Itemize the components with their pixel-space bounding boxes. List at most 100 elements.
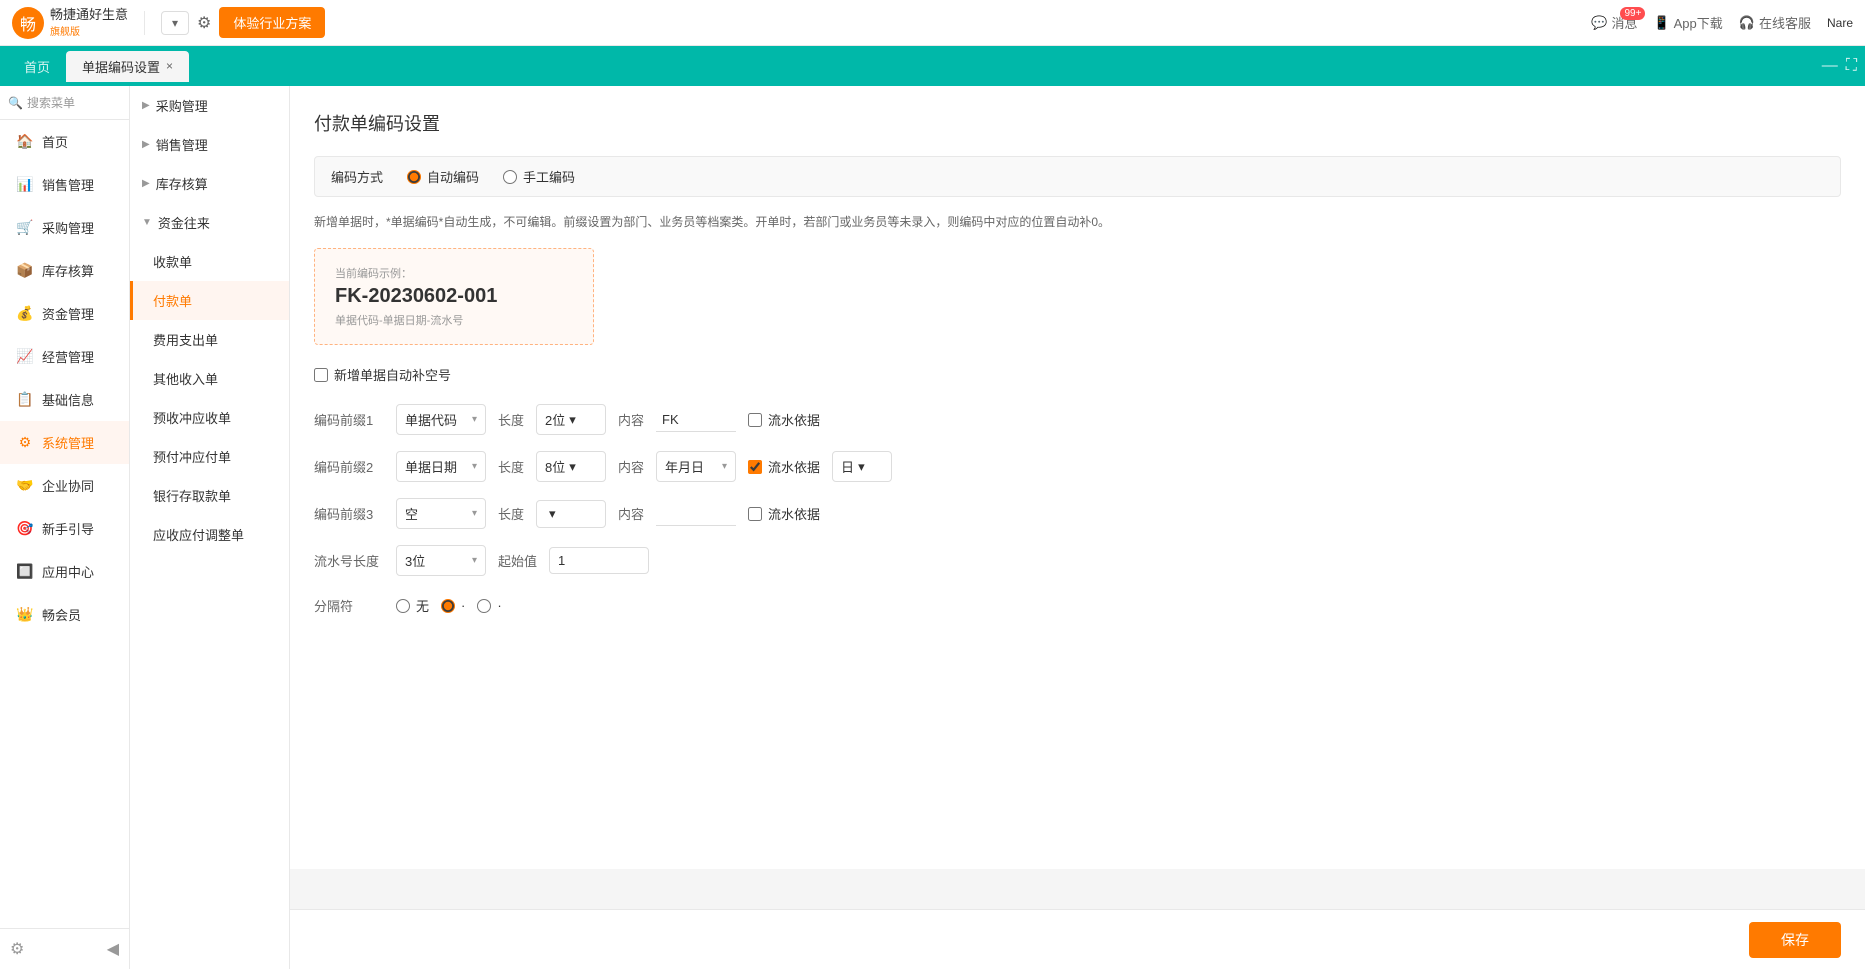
trial-button[interactable]: 体验行业方案 xyxy=(219,7,325,38)
prefix3-label: 编码前缀3 xyxy=(314,504,384,523)
sidebar-item-purchase[interactable]: 🛒 采购管理 xyxy=(0,206,129,249)
nav-item-bank[interactable]: 银行存取款单 xyxy=(130,476,289,515)
nav-group-fund-header[interactable]: ▼ 资金往来 xyxy=(130,203,289,242)
prefix2-row: 编码前缀2 单据日期 ▾ 长度 8位 ▾ 内容 年月日 ▾ xyxy=(314,451,1841,482)
message-area[interactable]: 💬 消息 99+ xyxy=(1591,13,1637,32)
prefix1-select[interactable]: 单据代码 ▾ xyxy=(396,404,486,435)
content-inner: 付款单编码设置 编码方式 自动编码 手工编码 新增单据时，*单据编码*自动生成，… xyxy=(290,86,1865,869)
sidebar-item-enterprise[interactable]: 🤝 企业协同 xyxy=(0,464,129,507)
prefix3-arrow: ▾ xyxy=(472,508,477,519)
nav-item-adjust[interactable]: 应收应付调整单 xyxy=(130,515,289,554)
tab-close-icon[interactable]: × xyxy=(166,59,173,73)
sidebar-search[interactable]: 🔍 搜索菜单 xyxy=(0,86,129,120)
encoding-mode-row: 编码方式 自动编码 手工编码 xyxy=(314,156,1841,197)
sep-dot-radio[interactable] xyxy=(477,599,491,613)
enterprise-icon: 🤝 xyxy=(16,477,34,495)
sidebar-settings-icon[interactable]: ⚙ xyxy=(10,939,24,959)
code-example-label: 当前编码示例： xyxy=(335,265,573,281)
nav-item-prepay-debit[interactable]: 预付冲应付单 xyxy=(130,437,289,476)
prefix1-content-input[interactable] xyxy=(656,408,736,432)
topbar-left: 畅 畅捷通好生意 旗舰版 ▾ ⚙ 体验行业方案 xyxy=(12,7,325,39)
nav-item-other-income[interactable]: 其他收入单 xyxy=(130,359,289,398)
prefix3-len-select[interactable]: ▾ xyxy=(536,500,606,528)
prefix2-waterflow[interactable]: 流水依据 xyxy=(748,457,820,476)
sep-none-radio[interactable] xyxy=(396,599,410,613)
sep-dot-option[interactable]: · xyxy=(477,598,501,613)
sidebar-item-app[interactable]: 🔲 应用中心 xyxy=(0,550,129,593)
manual-encode-radio[interactable] xyxy=(503,170,517,184)
tab-maximize-icon[interactable]: ⛶ xyxy=(1846,57,1857,75)
logo-sub: 旗舰版 xyxy=(50,23,128,38)
nav-item-expense[interactable]: 费用支出单 xyxy=(130,320,289,359)
app-download[interactable]: 📱 App下载 xyxy=(1653,13,1722,32)
prefix1-row: 编码前缀1 单据代码 ▾ 长度 2位 ▾ 内容 流水依据 xyxy=(314,404,1841,435)
nav-item-payment[interactable]: 付款单 xyxy=(130,281,289,320)
settings-icon[interactable]: ⚙ xyxy=(197,13,211,33)
sidebar-collapse-icon[interactable]: ◀ xyxy=(107,939,119,959)
sep-dash-option[interactable]: · xyxy=(441,598,465,613)
sidebar-item-sales[interactable]: 📊 销售管理 xyxy=(0,163,129,206)
flow-len-label: 流水号长度 xyxy=(314,551,384,570)
tab-minimize-icon[interactable]: — xyxy=(1822,57,1838,75)
manual-encode-label[interactable]: 手工编码 xyxy=(503,167,583,186)
prefix2-label: 编码前缀2 xyxy=(314,457,384,476)
prefix1-waterflow-checkbox[interactable] xyxy=(748,413,762,427)
save-button[interactable]: 保存 xyxy=(1749,922,1841,958)
prefix3-content-label: 内容 xyxy=(618,504,644,523)
main-container: 🔍 搜索菜单 🏠 首页 📊 销售管理 🛒 采购管理 📦 库存核算 💰 资金管理 … xyxy=(0,86,1865,969)
prefix1-len-label: 长度 xyxy=(498,410,524,429)
prefix3-content-input[interactable] xyxy=(656,502,736,526)
auto-encode-radio[interactable] xyxy=(407,170,421,184)
sidebar-item-guide[interactable]: 🎯 新手引导 xyxy=(0,507,129,550)
prefix1-waterflow[interactable]: 流水依据 xyxy=(748,410,820,429)
auto-fill-label[interactable]: 新增单据自动补空号 xyxy=(314,365,1841,384)
prefix1-len-select[interactable]: 2位 ▾ xyxy=(536,404,606,435)
prefix2-select[interactable]: 单据日期 ▾ xyxy=(396,451,486,482)
purchase-icon: 🛒 xyxy=(16,219,34,237)
nav-group-purchase: ▶ 采购管理 xyxy=(130,86,289,125)
online-service[interactable]: 🎧 在线客服 xyxy=(1739,13,1811,32)
bottom-bar: 保存 xyxy=(290,909,1865,969)
basic-icon: 📋 xyxy=(16,391,34,409)
user-name[interactable]: Nare xyxy=(1827,16,1853,30)
dropdown-button[interactable]: ▾ xyxy=(161,11,189,35)
tab-home[interactable]: 首页 xyxy=(8,51,66,82)
prefix3-select[interactable]: 空 ▾ xyxy=(396,498,486,529)
prefix2-waterflow-checkbox[interactable] xyxy=(748,460,762,474)
tab-bar: 首页 单据编码设置 × — ⛶ xyxy=(0,46,1865,86)
sidebar-item-inventory[interactable]: 📦 库存核算 xyxy=(0,249,129,292)
sep-none-option[interactable]: 无 xyxy=(396,596,429,615)
sidebar-item-operation[interactable]: 📈 经营管理 xyxy=(0,335,129,378)
tab-encoding-setting[interactable]: 单据编码设置 × xyxy=(66,51,189,82)
nav-group-inventory: ▶ 库存核算 xyxy=(130,164,289,203)
nav-group-sales-header[interactable]: ▶ 销售管理 xyxy=(130,125,289,164)
page-title: 付款单编码设置 xyxy=(314,110,1841,136)
nav-item-prepay-credit[interactable]: 预收冲应收单 xyxy=(130,398,289,437)
code-example-box: 当前编码示例： FK-20230602-001 单据代码-单据日期-流水号 xyxy=(314,248,594,345)
sidebar-item-system[interactable]: ⚙ 系统管理 xyxy=(0,421,129,464)
inventory-icon: 📦 xyxy=(16,262,34,280)
auto-fill-row: 新增单据自动补空号 xyxy=(314,365,1841,384)
sidebar-item-fund[interactable]: 💰 资金管理 xyxy=(0,292,129,335)
nav-group-inventory-header[interactable]: ▶ 库存核算 xyxy=(130,164,289,203)
prefix2-content-select[interactable]: 年月日 ▾ xyxy=(656,451,736,482)
tab-bar-actions: — ⛶ xyxy=(1822,57,1857,75)
sidebar-item-member[interactable]: 👑 畅会员 xyxy=(0,593,129,636)
member-icon: 👑 xyxy=(16,606,34,624)
sep-dash-radio[interactable] xyxy=(441,599,455,613)
nav-item-receipt[interactable]: 收款单 xyxy=(130,242,289,281)
sidebar-item-basic[interactable]: 📋 基础信息 xyxy=(0,378,129,421)
prefix2-len-select[interactable]: 8位 ▾ xyxy=(536,451,606,482)
left-nav: ▶ 采购管理 ▶ 销售管理 ▶ 库存核算 ▼ 资金往来 收款单 xyxy=(130,86,290,969)
start-value-input[interactable] xyxy=(549,547,649,574)
prefix3-waterflow-checkbox[interactable] xyxy=(748,507,762,521)
auto-encode-label[interactable]: 自动编码 xyxy=(407,167,487,186)
flow-len-select[interactable]: 3位 ▾ xyxy=(396,545,486,576)
prefix2-day-select[interactable]: 日 ▾ xyxy=(832,451,892,482)
prefix3-waterflow[interactable]: 流水依据 xyxy=(748,504,820,523)
sidebar-item-home[interactable]: 🏠 首页 xyxy=(0,120,129,163)
code-example-value: FK-20230602-001 xyxy=(335,285,573,308)
sep-label: 分隔符 xyxy=(314,596,384,615)
auto-fill-checkbox[interactable] xyxy=(314,368,328,382)
nav-group-purchase-header[interactable]: ▶ 采购管理 xyxy=(130,86,289,125)
